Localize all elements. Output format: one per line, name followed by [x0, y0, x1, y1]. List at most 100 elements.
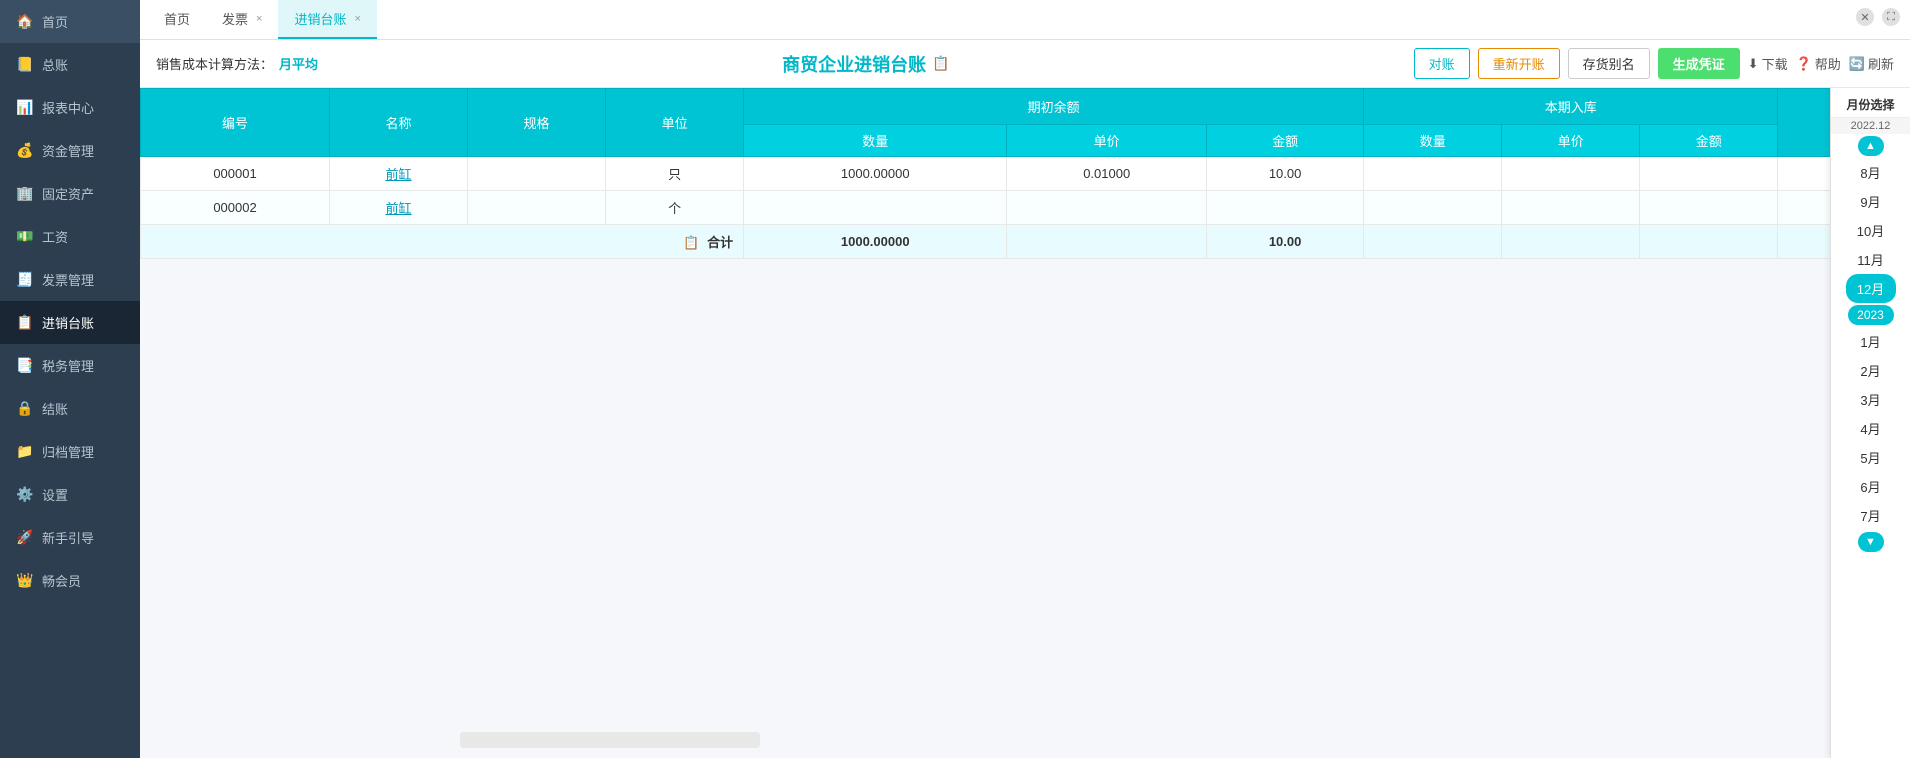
month-item-11[interactable]: 11月: [1831, 245, 1910, 274]
sidebar-item-purchase-ledger[interactable]: 📋 进销台账: [0, 301, 140, 344]
sidebar-item-home[interactable]: 🏠 首页: [0, 0, 140, 43]
month-item-12[interactable]: 12月: [1846, 274, 1896, 303]
cell-opening-amount: [1207, 191, 1364, 225]
month-item-9[interactable]: 9月: [1831, 187, 1910, 216]
download-icon: ⬇: [1748, 56, 1759, 72]
col-header-opening-balance: 期初余额: [744, 89, 1364, 125]
sub-col-opening-amount: 金额: [1207, 125, 1364, 157]
sidebar-item-settings-label: 设置: [42, 485, 68, 504]
main-area: ✕ ⛶ 首页 发票 × 进销台账 × 销售成本计算方法： 月平均 商贸企业进销台…: [140, 0, 1910, 758]
cell-inbound-qty: [1364, 191, 1502, 225]
tab-invoice-close[interactable]: ×: [256, 13, 262, 25]
sidebar: 🏠 首页 📒 总账 📊 报表中心 💰 资金管理 🏢 固定资产 💵 工资 🧾 发票…: [0, 0, 140, 758]
sidebar-item-archive[interactable]: 📁 归档管理: [0, 430, 140, 473]
tab-purchase-ledger-close[interactable]: ×: [354, 13, 360, 25]
funds-icon: 💰: [16, 142, 34, 160]
sidebar-item-salary[interactable]: 💵 工资: [0, 215, 140, 258]
purchase-ledger-icon: 📋: [16, 314, 34, 332]
sidebar-item-tax[interactable]: 📑 税务管理: [0, 344, 140, 387]
tab-invoice-label: 发票: [222, 9, 248, 28]
reconcile-button[interactable]: 对账: [1414, 48, 1470, 79]
tax-icon: 📑: [16, 357, 34, 375]
month-item-4[interactable]: 4月: [1831, 414, 1910, 443]
download-label: 下载: [1762, 54, 1788, 73]
generate-voucher-button[interactable]: 生成凭证: [1658, 48, 1740, 79]
total-inbound-amount: [1640, 225, 1778, 259]
sidebar-item-ledger[interactable]: 📒 总账: [0, 43, 140, 86]
download-button[interactable]: ⬇ 下载: [1748, 54, 1788, 73]
sidebar-item-closing[interactable]: 🔒 结账: [0, 387, 140, 430]
col-header-unit: 单位: [606, 89, 744, 157]
cell-spec: [468, 191, 606, 225]
help-button[interactable]: ❓ 帮助: [1796, 54, 1841, 73]
month-item-7[interactable]: 7月: [1831, 501, 1910, 530]
reports-icon: 📊: [16, 99, 34, 117]
page-title-icon: 📋: [932, 55, 949, 72]
reopen-button[interactable]: 重新开账: [1478, 48, 1560, 79]
cell-inbound-qty: [1364, 157, 1502, 191]
month-item-8[interactable]: 8月: [1831, 158, 1910, 187]
cell-unit: 只: [606, 157, 744, 191]
sidebar-item-settings[interactable]: ⚙️ 设置: [0, 473, 140, 516]
refresh-button[interactable]: 🔄 刷新: [1849, 54, 1894, 73]
tab-home-label: 首页: [164, 9, 190, 28]
col-header-name: 名称: [330, 89, 468, 157]
sidebar-item-invoice-mgmt[interactable]: 🧾 发票管理: [0, 258, 140, 301]
total-opening-price: [1007, 225, 1207, 259]
month-panel-title: 月份选择: [1831, 92, 1910, 118]
cell-opening-qty: 1000.00000: [744, 157, 1007, 191]
sidebar-item-member[interactable]: 👑 畅会员: [0, 559, 140, 602]
tab-home[interactable]: 首页: [148, 0, 206, 39]
data-table: 编号 名称 规格 单位 期初余额 本期入库 数... 数量 单价 金额: [140, 88, 1910, 259]
page-title: 商贸企业进销台账 📋: [782, 51, 949, 77]
page-title-text: 商贸企业进销台账: [782, 51, 926, 77]
close-window-button[interactable]: ✕: [1856, 8, 1874, 26]
tab-purchase-ledger-label: 进销台账: [294, 9, 346, 28]
closing-icon: 🔒: [16, 400, 34, 418]
cost-method-label: 销售成本计算方法：: [156, 54, 273, 73]
refresh-label: 刷新: [1868, 54, 1894, 73]
content-area: 销售成本计算方法： 月平均 商贸企业进销台账 📋 对账 重新开账 存货别名 生成…: [140, 40, 1910, 758]
sub-col-opening-price: 单价: [1007, 125, 1207, 157]
horizontal-scrollbar[interactable]: [460, 732, 760, 748]
tab-invoice[interactable]: 发票 ×: [206, 0, 278, 39]
sub-col-inbound-price: 单价: [1502, 125, 1640, 157]
save-alias-button[interactable]: 存货别名: [1568, 48, 1650, 79]
col-header-spec: 规格: [468, 89, 606, 157]
ledger-icon: 📒: [16, 56, 34, 74]
tab-purchase-ledger[interactable]: 进销台账 ×: [278, 0, 376, 39]
month-item-2[interactable]: 2月: [1831, 356, 1910, 385]
maximize-window-button[interactable]: ⛶: [1882, 8, 1900, 26]
cell-opening-price: 0.01000: [1007, 157, 1207, 191]
month-scroll-up[interactable]: ▲: [1858, 136, 1884, 156]
month-item-6[interactable]: 6月: [1831, 472, 1910, 501]
sidebar-item-assets[interactable]: 🏢 固定资产: [0, 172, 140, 215]
toolbar-left: 销售成本计算方法： 月平均: [156, 54, 318, 73]
total-inbound-price: [1502, 225, 1640, 259]
help-label: 帮助: [1815, 54, 1841, 73]
cell-name[interactable]: 前缸: [330, 157, 468, 191]
sub-col-inbound-qty: 数量: [1364, 125, 1502, 157]
month-item-10[interactable]: 10月: [1831, 216, 1910, 245]
sidebar-item-funds[interactable]: 💰 资金管理: [0, 129, 140, 172]
sidebar-item-invoice-label: 发票管理: [42, 270, 94, 289]
total-inbound-qty: [1364, 225, 1502, 259]
total-opening-qty: 1000.00000: [744, 225, 1007, 259]
month-item-1[interactable]: 1月: [1831, 327, 1910, 356]
cell-opening-qty: [744, 191, 1007, 225]
table-wrapper[interactable]: 编号 名称 规格 单位 期初余额 本期入库 数... 数量 单价 金额: [140, 88, 1910, 758]
total-row: 📋 合计 1000.00000 10.00: [141, 225, 1910, 259]
sidebar-item-home-label: 首页: [42, 12, 68, 31]
table-month-wrapper: 编号 名称 规格 单位 期初余额 本期入库 数... 数量 单价 金额: [140, 88, 1910, 758]
sidebar-item-reports-label: 报表中心: [42, 98, 94, 117]
month-scroll-down[interactable]: ▼: [1858, 532, 1884, 552]
month-item-5[interactable]: 5月: [1831, 443, 1910, 472]
cell-name[interactable]: 前缸: [330, 191, 468, 225]
salary-icon: 💵: [16, 228, 34, 246]
refresh-icon: 🔄: [1849, 56, 1865, 72]
month-item-3[interactable]: 3月: [1831, 385, 1910, 414]
sidebar-item-guide[interactable]: 🚀 新手引导: [0, 516, 140, 559]
cost-method-value: 月平均: [279, 54, 318, 73]
sidebar-item-reports[interactable]: 📊 报表中心: [0, 86, 140, 129]
month-panel: 月份选择 2022.12 ▲ 8月 9月 10月 11月 12月 2023 1月…: [1830, 88, 1910, 758]
